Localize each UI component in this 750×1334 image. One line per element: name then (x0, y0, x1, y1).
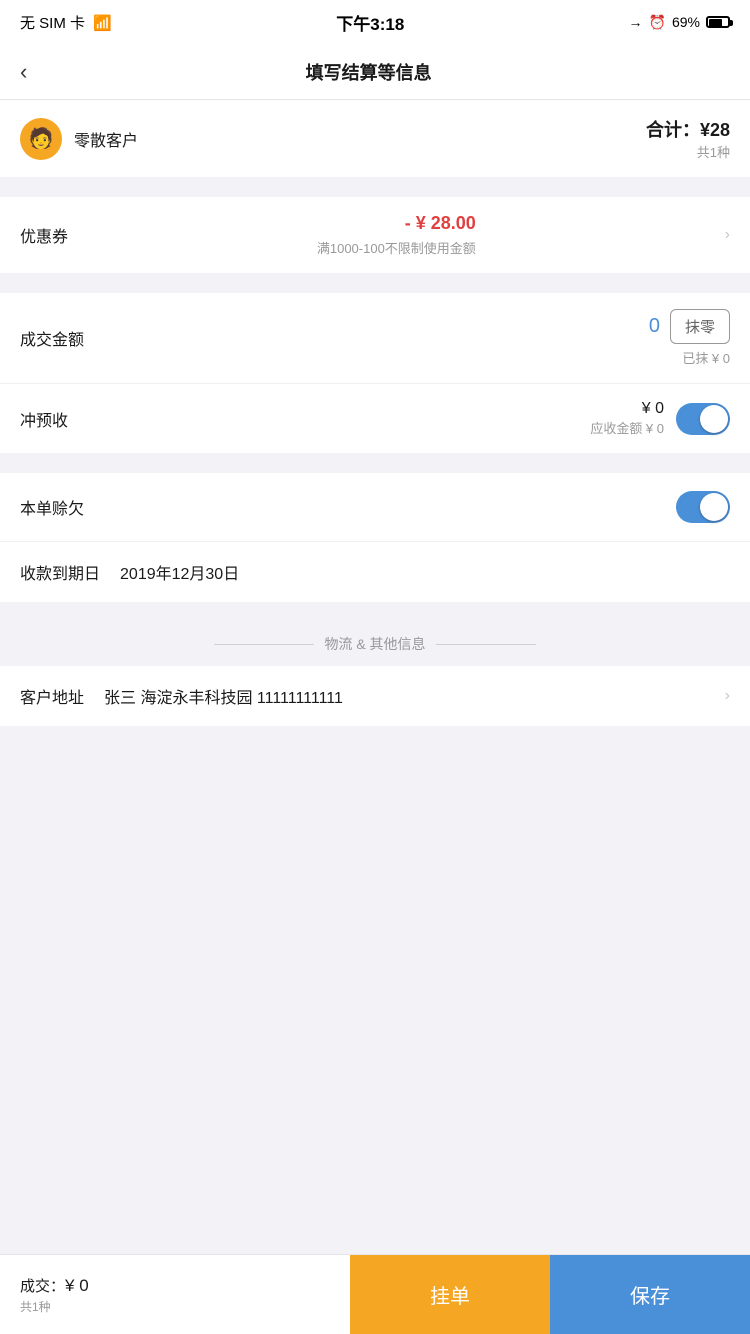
prereceive-toggle-knob (700, 405, 728, 433)
bottom-spacer (0, 736, 750, 956)
due-date-label: 收款到期日 (20, 560, 100, 584)
prereceive-toggle[interactable] (676, 403, 730, 435)
battery-label: 69% (672, 14, 700, 30)
deal-amount-sub: 已抹 ¥ 0 (682, 348, 730, 367)
bottom-deal-label: 成交：¥ 0 (20, 1275, 330, 1296)
debt-toggle[interactable] (676, 491, 730, 523)
debt-toggle-knob (700, 493, 728, 521)
bottom-info: 成交：¥ 0 共1种 (0, 1275, 350, 1315)
status-time: 下午3:18 (336, 10, 404, 35)
divider-4 (0, 612, 750, 622)
nav-bar: ‹ 填写结算等信息 (0, 44, 750, 100)
coupon-right: - ¥ 28.00 满1000-100不限制使用金额 (317, 213, 476, 257)
round-zero-button[interactable]: 抹零 (670, 309, 730, 344)
coupon-value: - ¥ 28.00 (317, 213, 476, 234)
address-row[interactable]: 客户地址 张三 海淀永丰科技园 11111111111 › (0, 666, 750, 726)
deal-amount-row: 成交金额 0 抹零 已抹 ¥ 0 (0, 293, 750, 383)
amount-num-wrap: 0 抹零 (649, 309, 730, 344)
address-chevron-icon: › (725, 687, 730, 705)
location-icon: → (629, 14, 643, 30)
prereceive-values: ¥ 0 应收金额 ¥ 0 (590, 400, 664, 437)
total-amount: ¥28 (700, 120, 730, 140)
page-title: 填写结算等信息 (47, 59, 690, 85)
divider-1 (0, 187, 750, 197)
back-button[interactable]: ‹ (20, 59, 27, 85)
deal-amount-value: 0 (649, 315, 660, 338)
customer-row: 🧑 零散客户 合计：¥28 共1种 (0, 100, 750, 177)
status-left: 无 SIM 卡 📶 (20, 12, 112, 33)
bottom-deal-prefix: 成交： (20, 1278, 65, 1295)
coupon-label: 优惠券 (20, 223, 68, 247)
divider-3 (0, 463, 750, 473)
customer-avatar: 🧑 (20, 118, 62, 160)
bottom-deal-amount: ¥ 0 (65, 1276, 89, 1295)
total-prefix: 合计： (646, 120, 700, 140)
content: 🧑 零散客户 合计：¥28 共1种 优惠券 - ¥ 28.00 满1000-10… (0, 100, 750, 1046)
battery-icon (706, 16, 730, 28)
divider-2 (0, 283, 750, 293)
save-button[interactable]: 保存 (550, 1255, 750, 1334)
bottom-bar: 成交：¥ 0 共1种 挂单 保存 (0, 1254, 750, 1334)
bottom-count: 共1种 (20, 1298, 330, 1315)
logistics-label: 物流 & 其他信息 (324, 634, 425, 654)
debt-label: 本单赊欠 (20, 495, 84, 519)
prereceive-right: ¥ 0 应收金额 ¥ 0 (590, 400, 730, 437)
customer-left: 🧑 零散客户 (20, 118, 138, 160)
status-right: → ⏰ 69% (629, 14, 730, 31)
coupon-desc: 满1000-100不限制使用金额 (317, 238, 476, 257)
prereceive-row: 冲预收 ¥ 0 应收金额 ¥ 0 (0, 383, 750, 453)
prereceive-main: ¥ 0 (590, 400, 664, 418)
prereceive-sub: 应收金额 ¥ 0 (590, 418, 664, 437)
total-count: 共1种 (646, 142, 730, 161)
deal-amount-label: 成交金额 (20, 326, 84, 350)
customer-total: 合计：¥28 共1种 (646, 116, 730, 161)
coupon-chevron-icon: › (725, 226, 730, 244)
hang-button[interactable]: 挂单 (350, 1255, 550, 1334)
avatar-icon: 🧑 (29, 126, 54, 151)
total-label: 合计：¥28 (646, 116, 730, 142)
alarm-icon: ⏰ (649, 14, 666, 31)
due-date-value: 2019年12月30日 (120, 560, 239, 584)
debt-row: 本单赊欠 (0, 473, 750, 541)
logistics-section-label: 物流 & 其他信息 (0, 622, 750, 666)
customer-name: 零散客户 (74, 127, 138, 151)
address-value: 张三 海淀永丰科技园 11111111111 (104, 684, 717, 708)
address-label: 客户地址 (20, 684, 84, 708)
status-bar: 无 SIM 卡 📶 下午3:18 → ⏰ 69% (0, 0, 750, 44)
coupon-row[interactable]: 优惠券 - ¥ 28.00 满1000-100不限制使用金额 › (0, 197, 750, 273)
prereceive-label: 冲预收 (20, 407, 68, 431)
logistics-label-text: 物流 & 其他信息 (20, 634, 730, 654)
due-date-row[interactable]: 收款到期日 2019年12月30日 (0, 541, 750, 602)
deal-amount-right: 0 抹零 已抹 ¥ 0 (649, 309, 730, 367)
sim-wifi-label: 无 SIM 卡 📶 (20, 12, 112, 33)
